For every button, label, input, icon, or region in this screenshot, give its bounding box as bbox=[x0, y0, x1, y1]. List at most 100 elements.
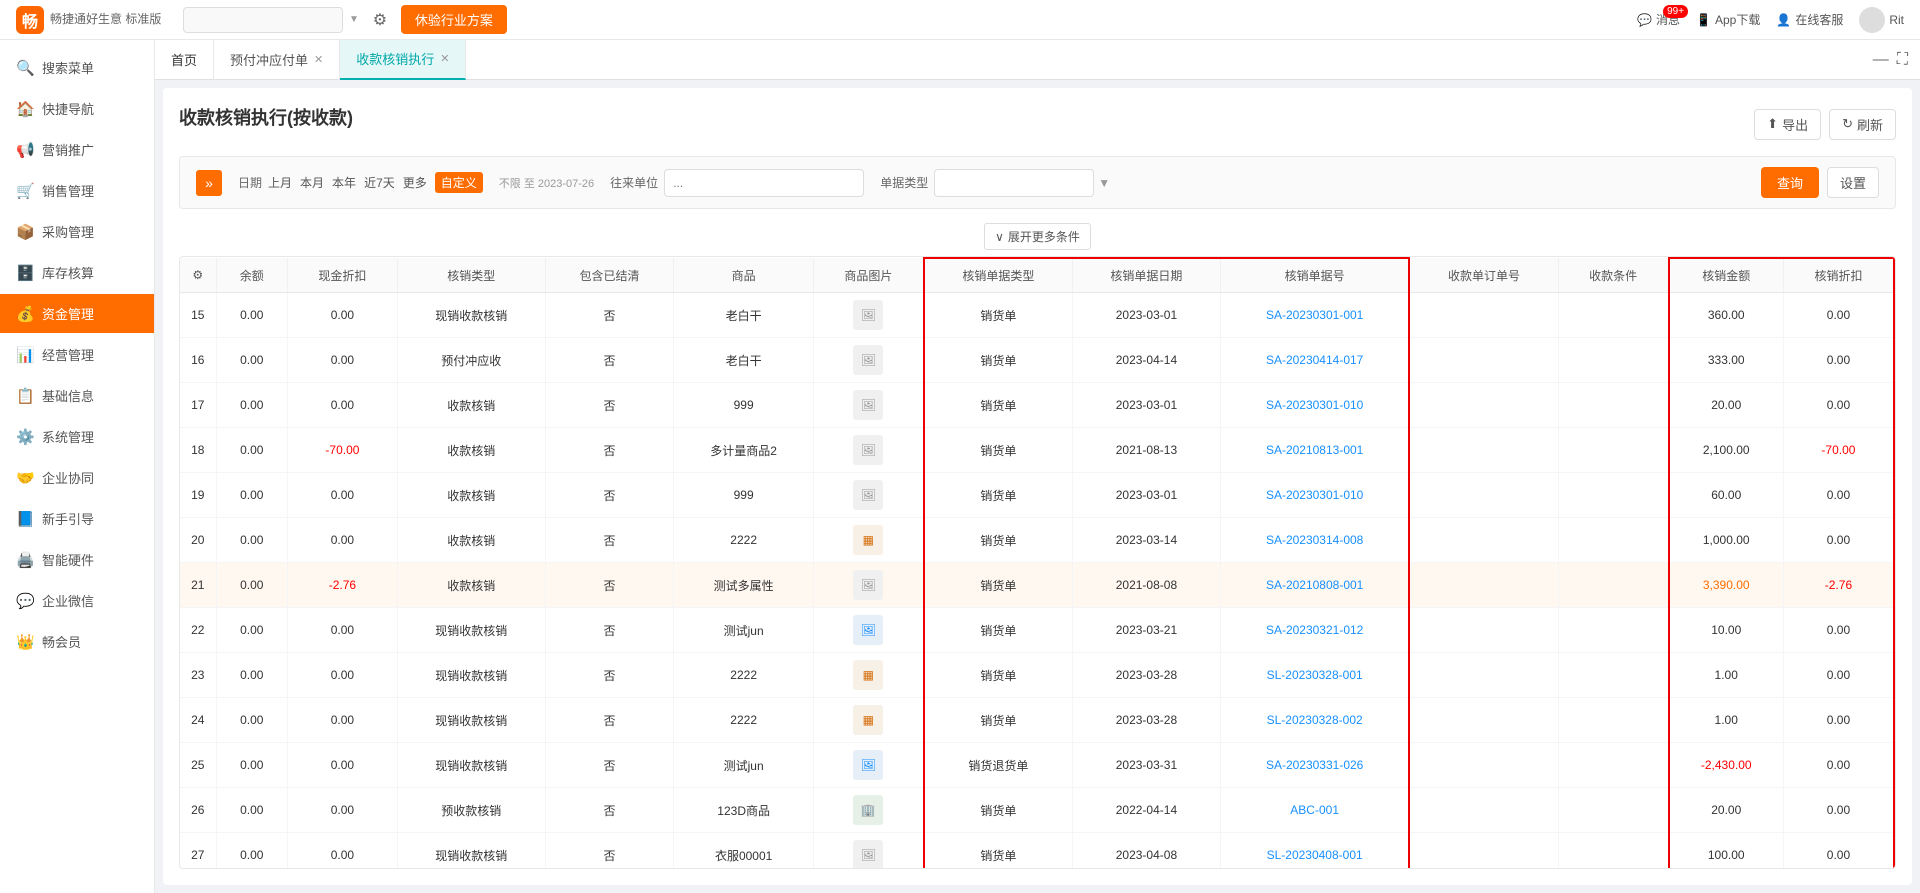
corp-wechat-icon: 💬 bbox=[16, 592, 34, 610]
th-product-img: 商品图片 bbox=[813, 258, 924, 293]
date-7days[interactable]: 近7天 bbox=[364, 174, 395, 191]
tab-collection[interactable]: 收款核销执行 ✕ bbox=[340, 40, 466, 80]
message-button[interactable]: 💬 消息 99+ bbox=[1637, 11, 1680, 28]
cell-writeoff-amount: 360.00 bbox=[1669, 293, 1784, 338]
sidebar-item-marketing[interactable]: 📢 营销推广 bbox=[0, 130, 154, 169]
date-this-year[interactable]: 本年 bbox=[332, 174, 356, 191]
sidebar-label-basic-info: 基础信息 bbox=[42, 386, 94, 405]
cell-writeoff-bill-type: 销货单 bbox=[924, 473, 1073, 518]
app-download-link[interactable]: 📱 App下载 bbox=[1696, 11, 1760, 28]
date-custom[interactable]: 自定义 bbox=[435, 172, 483, 193]
unit-filter-input[interactable] bbox=[664, 169, 864, 197]
tab-home[interactable]: 首页 bbox=[155, 40, 214, 80]
th-settings[interactable]: ⚙ bbox=[180, 258, 216, 293]
tab-prepay[interactable]: 预付冲应付单 ✕ bbox=[214, 40, 340, 80]
cell-product-img: 🖼 bbox=[813, 383, 924, 428]
date-more[interactable]: 更多 bbox=[403, 174, 427, 191]
cell-writeoff-bill-no: SL-20230328-002 bbox=[1220, 698, 1409, 743]
cell-writeoff-bill-type: 销货单 bbox=[924, 293, 1073, 338]
table-row: 19 0.00 0.00 收款核销 否 999 🖼 销货单 2023-03-01… bbox=[180, 473, 1894, 518]
cell-id: 23 bbox=[180, 653, 216, 698]
bill-no-link[interactable]: SL-20230328-002 bbox=[1267, 713, 1363, 727]
expand-conditions-button[interactable]: ∨ 展开更多条件 bbox=[984, 223, 1091, 250]
marketing-icon: 📢 bbox=[16, 141, 34, 159]
online-service-link[interactable]: 👤 在线客服 bbox=[1776, 11, 1843, 28]
service-icon: 👤 bbox=[1776, 13, 1791, 27]
purchase-icon: 📦 bbox=[16, 223, 34, 241]
cell-product: 2222 bbox=[674, 518, 813, 563]
cell-cash-discount: 0.00 bbox=[288, 788, 398, 833]
cell-id: 20 bbox=[180, 518, 216, 563]
cell-writeoff-bill-no: SA-20230321-012 bbox=[1220, 608, 1409, 653]
cell-writeoff-bill-no: SA-20210813-001 bbox=[1220, 428, 1409, 473]
cell-writeoff-type: 收款核销 bbox=[397, 563, 545, 608]
export-button[interactable]: ⬆ 导出 bbox=[1754, 109, 1821, 140]
th-balance: 余额 bbox=[216, 258, 288, 293]
top-search-input[interactable] bbox=[183, 7, 343, 33]
tab-collection-close[interactable]: ✕ bbox=[440, 52, 449, 65]
cell-product: 2222 bbox=[674, 698, 813, 743]
solution-button[interactable]: 休验行业方案 bbox=[401, 5, 507, 34]
sidebar-item-system[interactable]: ⚙️ 系统管理 bbox=[0, 417, 154, 456]
th-product: 商品 bbox=[674, 258, 813, 293]
user-name: Rit bbox=[1889, 13, 1904, 27]
tab-prepay-close[interactable]: ✕ bbox=[314, 53, 323, 66]
query-button[interactable]: 查询 bbox=[1761, 167, 1819, 198]
cell-include-settled: 否 bbox=[545, 563, 674, 608]
bill-no-link[interactable]: SA-20210808-001 bbox=[1266, 578, 1363, 592]
cell-writeoff-amount: 20.00 bbox=[1669, 383, 1784, 428]
sidebar-item-purchase[interactable]: 📦 采购管理 bbox=[0, 212, 154, 251]
sidebar-item-basic-info[interactable]: 📋 基础信息 bbox=[0, 376, 154, 415]
sidebar-item-sales[interactable]: 🛒 销售管理 bbox=[0, 171, 154, 210]
cell-include-settled: 否 bbox=[545, 473, 674, 518]
bill-no-link[interactable]: SA-20230414-017 bbox=[1266, 353, 1363, 367]
settings-gear-button[interactable]: ⚙ bbox=[367, 7, 393, 33]
cell-product-img: 🖼 bbox=[813, 563, 924, 608]
cell-receipt-order-no bbox=[1409, 653, 1558, 698]
sidebar-item-starter[interactable]: 📘 新手引导 bbox=[0, 499, 154, 538]
user-avatar[interactable]: Rit bbox=[1859, 7, 1904, 33]
bill-no-link[interactable]: SA-20230321-012 bbox=[1266, 623, 1363, 637]
cell-receipt-condition bbox=[1558, 743, 1669, 788]
refresh-label: 刷新 bbox=[1857, 115, 1883, 134]
tab-expand-button[interactable]: ⛶ bbox=[1897, 51, 1908, 69]
bill-no-link[interactable]: SA-20230301-010 bbox=[1266, 398, 1363, 412]
sidebar-item-member[interactable]: 👑 畅会员 bbox=[0, 622, 154, 661]
cell-product-img: ▦ bbox=[813, 518, 924, 563]
table-container[interactable]: ⚙ 余额 现金折扣 核销类型 包含已结清 商品 商品图片 核销单据类型 核销单据… bbox=[179, 256, 1896, 869]
filter-expand-icon[interactable]: » bbox=[196, 170, 222, 196]
bill-no-link[interactable]: SA-20210813-001 bbox=[1266, 443, 1363, 457]
home-icon: 🏠 bbox=[16, 100, 34, 118]
sidebar-item-corp-collab[interactable]: 🤝 企业协同 bbox=[0, 458, 154, 497]
bill-no-link[interactable]: SA-20230301-001 bbox=[1266, 308, 1363, 322]
sidebar-item-inventory[interactable]: 🗄️ 库存核算 bbox=[0, 253, 154, 292]
table-row: 22 0.00 0.00 现销收款核销 否 测试jun 🖼 销货单 2023-0… bbox=[180, 608, 1894, 653]
bill-no-link[interactable]: SA-20230314-008 bbox=[1266, 533, 1363, 547]
cell-product-img: ▦ bbox=[813, 653, 924, 698]
sidebar-item-corp-wechat[interactable]: 💬 企业微信 bbox=[0, 581, 154, 620]
tab-bar: 首页 预付冲应付单 ✕ 收款核销执行 ✕ — ⛶ bbox=[155, 40, 1920, 80]
tab-minimize-button[interactable]: — bbox=[1873, 51, 1889, 69]
bill-no-link[interactable]: SL-20230328-001 bbox=[1267, 668, 1363, 682]
sidebar-item-operations[interactable]: 📊 经营管理 bbox=[0, 335, 154, 374]
bill-no-link[interactable]: ABC-001 bbox=[1290, 803, 1339, 817]
dropdown-arrow-icon[interactable]: ▼ bbox=[349, 14, 359, 25]
date-this-month[interactable]: 本月 bbox=[300, 174, 324, 191]
cell-cash-discount: 0.00 bbox=[288, 473, 398, 518]
cell-receipt-condition bbox=[1558, 428, 1669, 473]
sales-icon: 🛒 bbox=[16, 182, 34, 200]
sidebar-item-search[interactable]: 🔍 搜索菜单 bbox=[0, 48, 154, 87]
refresh-button[interactable]: ↻ 刷新 bbox=[1829, 109, 1896, 140]
sidebar-item-quick-nav[interactable]: 🏠 快捷导航 bbox=[0, 89, 154, 128]
date-last-month[interactable]: 上月 bbox=[268, 174, 292, 191]
sidebar-item-finance[interactable]: 💰 资金管理 bbox=[0, 294, 154, 333]
bill-no-link[interactable]: SA-20230331-026 bbox=[1266, 758, 1363, 772]
bill-type-select[interactable] bbox=[934, 169, 1094, 197]
cell-balance: 0.00 bbox=[216, 338, 288, 383]
sidebar-item-smart-hw[interactable]: 🖨️ 智能硬件 bbox=[0, 540, 154, 579]
filter-settings-button[interactable]: 设置 bbox=[1827, 167, 1879, 198]
cell-writeoff-bill-date: 2023-03-31 bbox=[1073, 743, 1221, 788]
bill-no-link[interactable]: SL-20230408-001 bbox=[1267, 848, 1363, 862]
cell-writeoff-bill-type: 销货单 bbox=[924, 653, 1073, 698]
bill-no-link[interactable]: SA-20230301-010 bbox=[1266, 488, 1363, 502]
